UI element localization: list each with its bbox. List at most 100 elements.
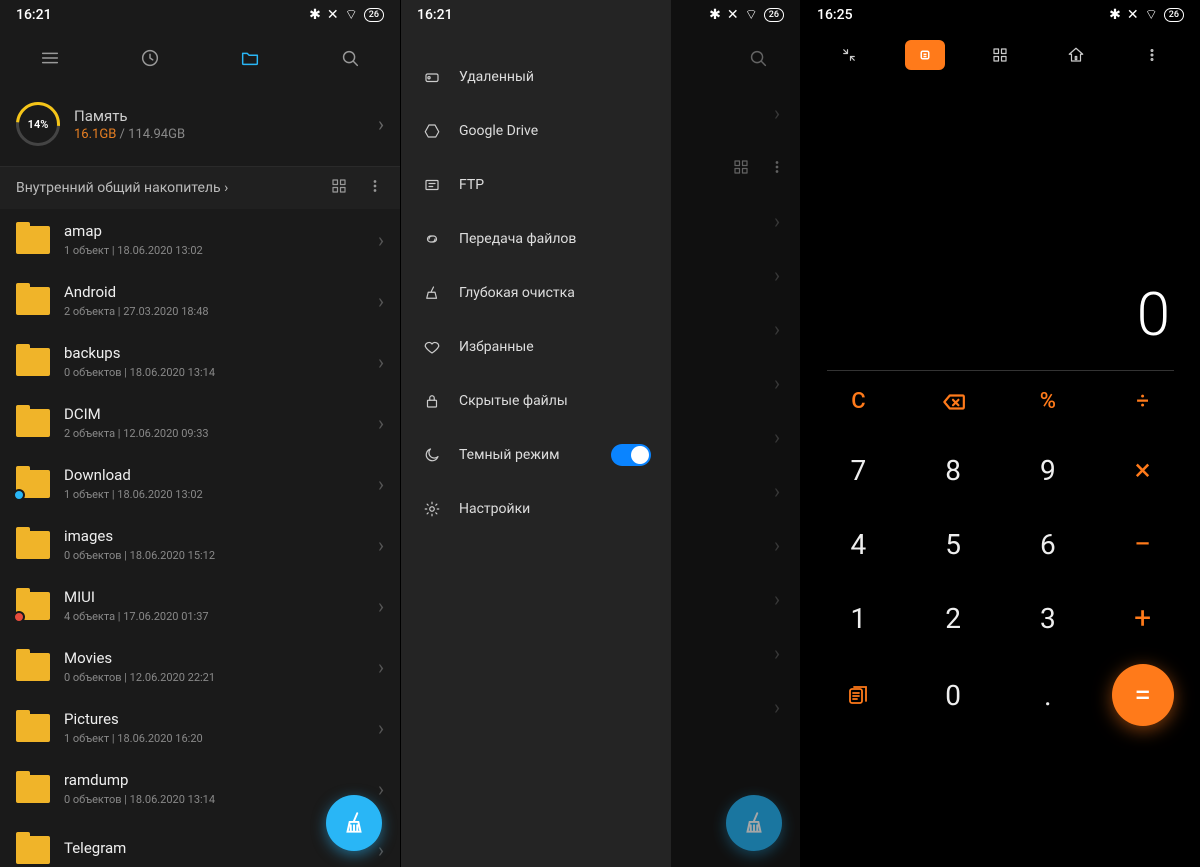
top-tabs xyxy=(0,30,400,86)
folder-icon xyxy=(16,531,50,559)
menu-item-heart[interactable]: Избранные xyxy=(401,320,671,374)
key-6[interactable]: 6 xyxy=(1001,507,1096,581)
key-9[interactable]: 9 xyxy=(1001,433,1096,507)
chevron-right-icon: › xyxy=(774,371,780,395)
key-0[interactable]: 0 xyxy=(906,658,1001,732)
key-5[interactable]: 5 xyxy=(906,507,1001,581)
key-3[interactable]: 3 xyxy=(1001,581,1096,655)
cleaner-fab[interactable] xyxy=(326,795,382,851)
more-button[interactable] xyxy=(366,177,384,199)
key-plus[interactable]: + xyxy=(1095,581,1190,655)
percent-button[interactable]: % xyxy=(1018,389,1078,415)
storage-summary[interactable]: 14% Память 16.1GB / 114.94GB › xyxy=(0,86,400,166)
collapse-icon[interactable] xyxy=(829,40,869,70)
folder-item[interactable]: images0 объектов | 18.06.2020 15:12› xyxy=(0,514,400,575)
files-tab[interactable] xyxy=(222,30,278,86)
folder-item[interactable]: amap1 объект | 18.06.2020 13:02› xyxy=(0,209,400,270)
menu-item-lock[interactable]: Скрытые файлы xyxy=(401,374,671,428)
chevron-right-icon: › xyxy=(378,411,384,435)
battery-indicator: 26 xyxy=(764,8,784,22)
converter-mode-tab[interactable] xyxy=(980,40,1020,70)
key-8[interactable]: 8 xyxy=(906,433,1001,507)
folder-meta: 0 объектов | 18.06.2020 13:14 xyxy=(64,366,378,379)
menu-item-cloud[interactable]: Удаленный xyxy=(401,50,671,104)
battery-indicator: 26 xyxy=(364,8,384,22)
key-2[interactable]: 2 xyxy=(906,581,1001,655)
menu-item-drive[interactable]: Google Drive xyxy=(401,104,671,158)
folder-meta: 4 объекта | 17.06.2020 01:37 xyxy=(64,610,378,623)
bluetooth-icon: ✱ xyxy=(1109,7,1121,23)
chevron-right-icon: › xyxy=(774,641,780,665)
grid-view-icon[interactable] xyxy=(732,158,750,176)
dark-mode-toggle[interactable] xyxy=(611,444,651,466)
search-button[interactable] xyxy=(322,30,378,86)
calculator-mode-tabs xyxy=(801,30,1200,80)
sync-badge-icon xyxy=(13,489,25,501)
folder-name: Pictures xyxy=(64,710,378,728)
backspace-button[interactable] xyxy=(923,389,983,415)
ftp-icon xyxy=(421,174,443,196)
history-button[interactable] xyxy=(811,683,906,707)
divide-button[interactable]: ÷ xyxy=(1113,389,1173,415)
lock-icon xyxy=(421,390,443,412)
folder-name: Telegram xyxy=(64,839,378,857)
folder-icon xyxy=(16,836,50,864)
recent-tab[interactable] xyxy=(122,30,178,86)
folder-item[interactable]: Download1 объект | 18.06.2020 13:02› xyxy=(0,453,400,514)
search-button[interactable] xyxy=(730,30,786,86)
key-1[interactable]: 1 xyxy=(811,581,906,655)
standard-mode-tab[interactable] xyxy=(905,40,945,70)
menu-item-moon[interactable]: Темный режим xyxy=(401,428,671,482)
chevron-right-icon: › xyxy=(774,209,780,233)
link-icon xyxy=(421,228,443,250)
folder-item[interactable]: Pictures1 объект | 18.06.2020 16:20› xyxy=(0,697,400,758)
folder-meta: 0 объектов | 12.06.2020 22:21 xyxy=(64,671,378,684)
cleaner-fab[interactable] xyxy=(726,795,782,851)
key-4[interactable]: 4 xyxy=(811,507,906,581)
status-icons: ✱ ✕ ⌔ 26 xyxy=(309,6,384,24)
key-7[interactable]: 7 xyxy=(811,433,906,507)
more-button[interactable] xyxy=(1132,40,1172,70)
folder-name: Android xyxy=(64,283,378,301)
breadcrumb[interactable]: Внутренний общий накопитель › xyxy=(16,180,330,196)
folder-meta: 0 объектов | 18.06.2020 13:14 xyxy=(64,793,378,806)
grid-view-button[interactable] xyxy=(330,177,348,199)
folder-icon xyxy=(16,287,50,315)
calculator-action-row: C % ÷ xyxy=(801,371,1200,433)
folder-meta: 2 объекта | 27.03.2020 18:48 xyxy=(64,305,378,318)
menu-item-broom[interactable]: Глубокая очистка xyxy=(401,266,671,320)
menu-item-ftp[interactable]: FTP xyxy=(401,158,671,212)
battery-indicator: 26 xyxy=(1164,8,1184,22)
calculator-display: 0 xyxy=(801,80,1200,370)
clear-button[interactable]: C xyxy=(828,389,888,415)
menu-item-gear[interactable]: Настройки xyxy=(401,482,671,536)
menu-button[interactable] xyxy=(22,30,78,86)
menu-item-link[interactable]: Передача файлов xyxy=(401,212,671,266)
folder-item[interactable]: Movies0 объектов | 12.06.2020 22:21› xyxy=(0,636,400,697)
dnd-icon: ✕ xyxy=(1127,7,1139,23)
key-multiply[interactable]: × xyxy=(1095,433,1190,507)
folder-name: ramdump xyxy=(64,771,378,789)
currency-mode-tab[interactable] xyxy=(1056,40,1096,70)
storage-used: 16.1GB xyxy=(74,127,116,142)
chevron-right-icon: › xyxy=(774,695,780,719)
folder-item[interactable]: DCIM2 объекта | 12.06.2020 09:33› xyxy=(0,392,400,453)
folder-item[interactable]: MIUI4 объекта | 17.06.2020 01:37› xyxy=(0,575,400,636)
folder-meta: 1 объект | 18.06.2020 13:02 xyxy=(64,488,378,501)
dnd-icon: ✕ xyxy=(727,7,739,23)
folder-meta: 2 объекта | 12.06.2020 09:33 xyxy=(64,427,378,440)
breadcrumb-row: Внутренний общий накопитель › xyxy=(0,166,400,209)
menu-item-label: Удаленный xyxy=(459,69,651,85)
key-dot[interactable]: . xyxy=(1001,658,1096,732)
folder-icon xyxy=(16,714,50,742)
folder-icon xyxy=(16,470,50,498)
status-icons: ✱ ✕ ⌔ 26 xyxy=(1109,6,1184,24)
key-minus[interactable]: − xyxy=(1095,507,1190,581)
more-icon[interactable] xyxy=(768,158,786,176)
chevron-right-icon: › xyxy=(378,594,384,618)
dimmed-background[interactable]: › › › › › › › › › › › xyxy=(670,0,800,867)
folder-item[interactable]: backups0 объектов | 18.06.2020 13:14› xyxy=(0,331,400,392)
equals-button[interactable]: = xyxy=(1095,664,1190,726)
folder-item[interactable]: Android2 объекта | 27.03.2020 18:48› xyxy=(0,270,400,331)
menu-item-label: Скрытые файлы xyxy=(459,393,651,409)
